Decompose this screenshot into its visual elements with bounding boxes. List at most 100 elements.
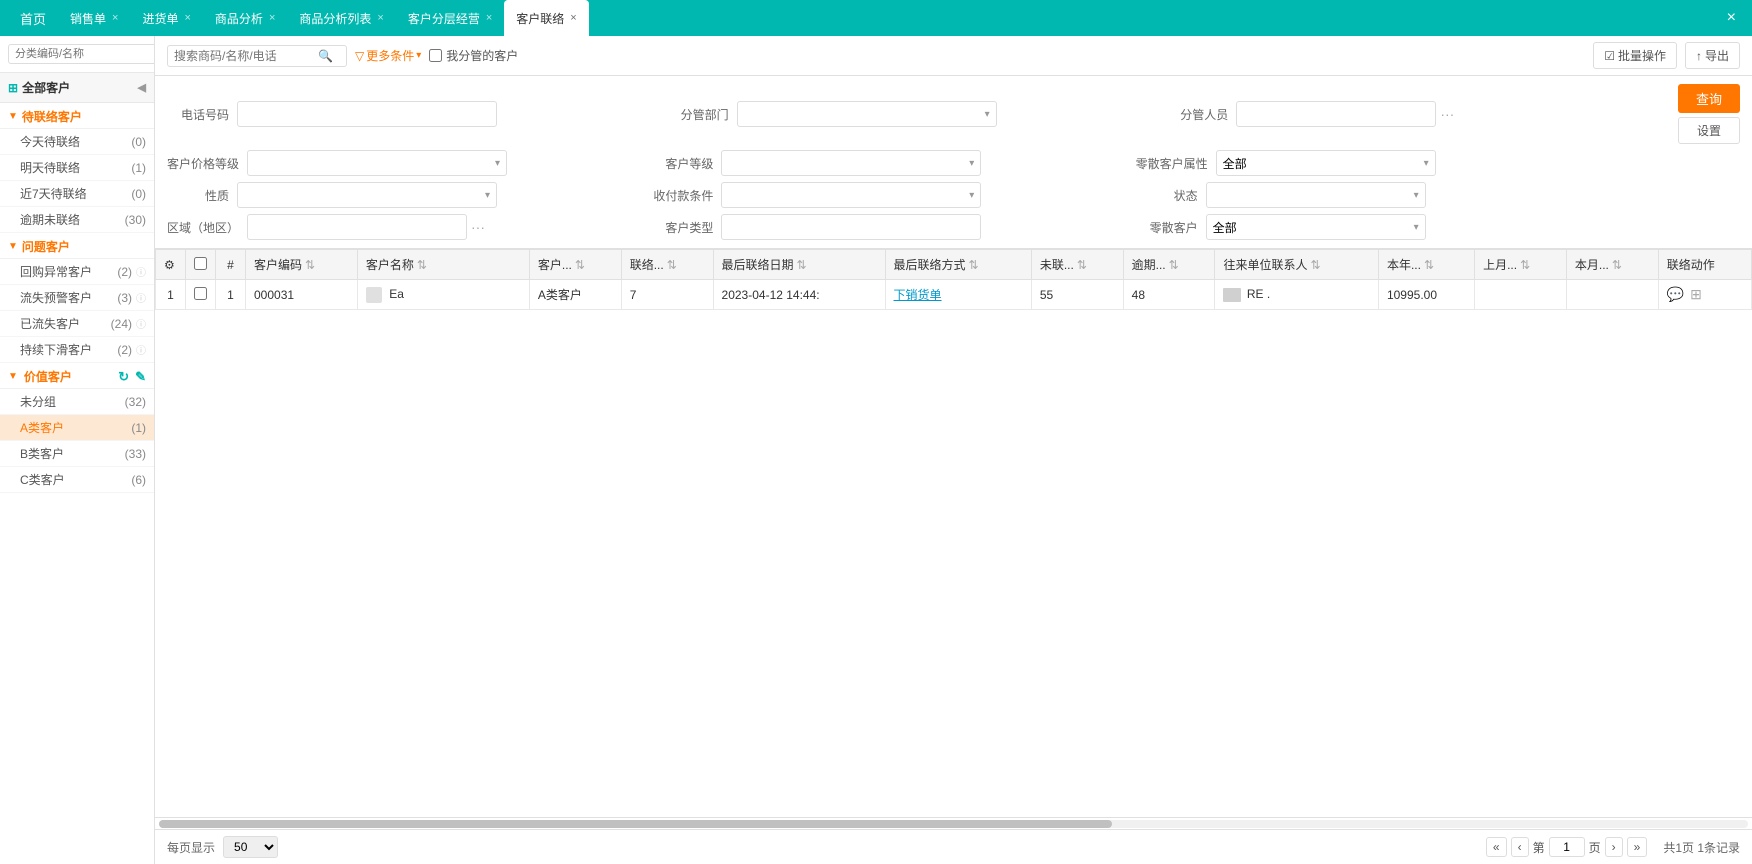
sidebar-item-today[interactable]: 今天待联络 (0) xyxy=(0,129,154,155)
cell-checkbox[interactable] xyxy=(186,280,216,310)
sidebar-item-c-class[interactable]: C类客户 (6) xyxy=(0,467,154,493)
col-settings[interactable]: ⚙ xyxy=(156,250,186,280)
sidebar-item-declining[interactable]: 持续下滑客户 (2) ⓘ xyxy=(0,337,154,363)
first-page-button[interactable]: « xyxy=(1486,837,1507,857)
settings-button[interactable]: 设置 xyxy=(1678,117,1740,144)
sidebar-item-a-class[interactable]: A类客户 (1) xyxy=(0,415,154,441)
customer-avatar xyxy=(366,287,382,303)
filter-retail-customer: 零散客户 全部 ▾ xyxy=(1136,214,1620,240)
nav-tab-purchase[interactable]: 进货单 × xyxy=(130,0,202,36)
last-page-button[interactable]: » xyxy=(1627,837,1648,857)
nature-chevron-icon: ▾ xyxy=(485,190,490,201)
category-search-input[interactable] xyxy=(8,44,155,64)
retail-customer-chevron-icon: ▾ xyxy=(1414,222,1419,233)
col-overdue[interactable]: 逾期...⇅ xyxy=(1123,250,1215,280)
nav-tab-analysis-list[interactable]: 商品分析列表 × xyxy=(287,0,395,36)
region-input[interactable] xyxy=(247,214,467,240)
sidebar-item-7days[interactable]: 近7天待联络 (0) xyxy=(0,181,154,207)
filter-price-level: 客户价格等级 ▾ xyxy=(167,150,651,176)
edit-group-icon[interactable]: ✎ xyxy=(135,369,146,385)
price-level-select[interactable]: ▾ xyxy=(247,150,507,176)
close-all-button[interactable]: × xyxy=(1719,9,1744,27)
customer-type-input[interactable] xyxy=(721,214,981,240)
query-button[interactable]: 查询 xyxy=(1678,84,1740,113)
close-tab-customer-tier[interactable]: × xyxy=(486,12,492,24)
col-code[interactable]: 客户编码⇅ xyxy=(246,250,358,280)
payment-chevron-icon: ▾ xyxy=(969,190,974,201)
sidebar-item-churn-warning[interactable]: 流失预警客户 (3) ⓘ xyxy=(0,285,154,311)
my-customers-filter[interactable]: 我分管的客户 xyxy=(429,47,518,64)
sidebar-item-b-class[interactable]: B类客户 (33) xyxy=(0,441,154,467)
sidebar-item-unclassified[interactable]: 未分组 (32) xyxy=(0,389,154,415)
col-level[interactable]: 客户...⇅ xyxy=(529,250,621,280)
main-search-input[interactable] xyxy=(174,49,314,63)
retail-customer-select[interactable]: 全部 ▾ xyxy=(1206,214,1426,240)
sort-date-icon: ⇅ xyxy=(797,258,807,272)
manager-dots-icon[interactable]: ··· xyxy=(1436,106,1458,122)
col-company-contact[interactable]: 往来单位联系人⇅ xyxy=(1215,250,1378,280)
group-pending-contact[interactable]: ▼ 待联络客户 xyxy=(0,103,154,129)
nav-tab-analysis[interactable]: 商品分析 × xyxy=(203,0,287,36)
close-tab-analysis[interactable]: × xyxy=(269,12,275,24)
col-last-date[interactable]: 最后联络日期⇅ xyxy=(713,250,885,280)
horizontal-scrollbar[interactable] xyxy=(155,817,1752,829)
next-page-button[interactable]: › xyxy=(1605,837,1623,857)
nature-select[interactable]: ▾ xyxy=(237,182,497,208)
sidebar: 🔍 ⊞ 全部客户 ◀ ▼ 待联络客户 今天待联络 (0) 明天待联络 (1) 近… xyxy=(0,36,155,864)
export-button[interactable]: ↑ 导出 xyxy=(1685,42,1740,69)
dept-select[interactable]: ▾ xyxy=(737,101,997,127)
payment-select[interactable]: ▾ xyxy=(721,182,981,208)
dept-label: 分管部门 xyxy=(667,106,737,123)
cell-last-month xyxy=(1475,280,1567,310)
pagination: « ‹ 第 页 › » xyxy=(1486,837,1647,857)
my-customers-checkbox[interactable] xyxy=(429,49,442,62)
batch-ops-button[interactable]: ☑ 批量操作 xyxy=(1593,42,1677,69)
more-action-icon[interactable]: ⊞ xyxy=(1690,286,1702,303)
collapse-icon[interactable]: ◀ xyxy=(138,81,146,94)
close-tab-sales[interactable]: × xyxy=(112,12,118,24)
close-tab-analysis-list[interactable]: × xyxy=(377,12,383,24)
cell-uncontact: 55 xyxy=(1031,280,1123,310)
group-value-customers[interactable]: ▼ 价值客户 ↻ ✎ xyxy=(0,363,154,389)
per-page-select[interactable]: 50 100 200 xyxy=(223,836,278,858)
main-search-icon[interactable]: 🔍 xyxy=(318,49,333,63)
nav-home[interactable]: 首页 xyxy=(8,0,58,36)
col-checkbox[interactable] xyxy=(186,250,216,280)
sidebar-item-repurchase-abnormal[interactable]: 回购异常客户 (2) ⓘ xyxy=(0,259,154,285)
message-icon[interactable]: 💬 xyxy=(1667,286,1684,303)
col-contact-count[interactable]: 联络...⇅ xyxy=(621,250,713,280)
region-dots-icon[interactable]: ··· xyxy=(467,219,489,235)
top-nav: 首页 销售单 × 进货单 × 商品分析 × 商品分析列表 × 客户分层经营 × … xyxy=(0,0,1752,36)
col-year-amount[interactable]: 本年...⇅ xyxy=(1378,250,1474,280)
scrollbar-thumb[interactable] xyxy=(159,820,1112,828)
page-number-input[interactable] xyxy=(1549,837,1585,857)
retail-attr-select[interactable]: 全部 ▾ xyxy=(1216,150,1436,176)
group-problem-customers[interactable]: ▼ 问题客户 xyxy=(0,233,154,259)
refresh-icon[interactable]: ↻ xyxy=(118,369,129,385)
col-last-method[interactable]: 最后联络方式⇅ xyxy=(885,250,1031,280)
sidebar-item-tomorrow[interactable]: 明天待联络 (1) xyxy=(0,155,154,181)
row-checkbox[interactable] xyxy=(194,287,207,300)
col-last-month[interactable]: 上月...⇅ xyxy=(1475,250,1567,280)
more-conditions-btn[interactable]: ▽ 更多条件 ▾ xyxy=(355,47,421,64)
cell-action: 💬 ⊞ xyxy=(1658,280,1751,310)
status-select[interactable]: ▾ xyxy=(1206,182,1426,208)
select-all-checkbox[interactable] xyxy=(194,257,207,270)
col-uncontact[interactable]: 未联...⇅ xyxy=(1031,250,1123,280)
col-name[interactable]: 客户名称⇅ xyxy=(357,250,529,280)
cell-last-method[interactable]: 下销货单 xyxy=(885,280,1031,310)
prev-page-button[interactable]: ‹ xyxy=(1511,837,1529,857)
nav-tab-sales[interactable]: 销售单 × xyxy=(58,0,130,36)
sort-method-icon: ⇅ xyxy=(969,258,979,272)
all-customers-header[interactable]: ⊞ 全部客户 ◀ xyxy=(0,73,154,103)
nav-tab-customer-contact[interactable]: 客户联络 × xyxy=(504,0,588,36)
sidebar-item-overdue-contact[interactable]: 逾期未联络 (30) xyxy=(0,207,154,233)
customer-level-select[interactable]: ▾ xyxy=(721,150,981,176)
close-tab-purchase[interactable]: × xyxy=(184,12,190,24)
phone-input[interactable] xyxy=(237,101,497,127)
nav-tab-customer-tier[interactable]: 客户分层经营 × xyxy=(396,0,504,36)
close-tab-customer-contact[interactable]: × xyxy=(570,12,576,24)
manager-input[interactable] xyxy=(1236,101,1436,127)
sidebar-item-churned[interactable]: 已流失客户 (24) ⓘ xyxy=(0,311,154,337)
col-this-month[interactable]: 本月...⇅ xyxy=(1566,250,1658,280)
